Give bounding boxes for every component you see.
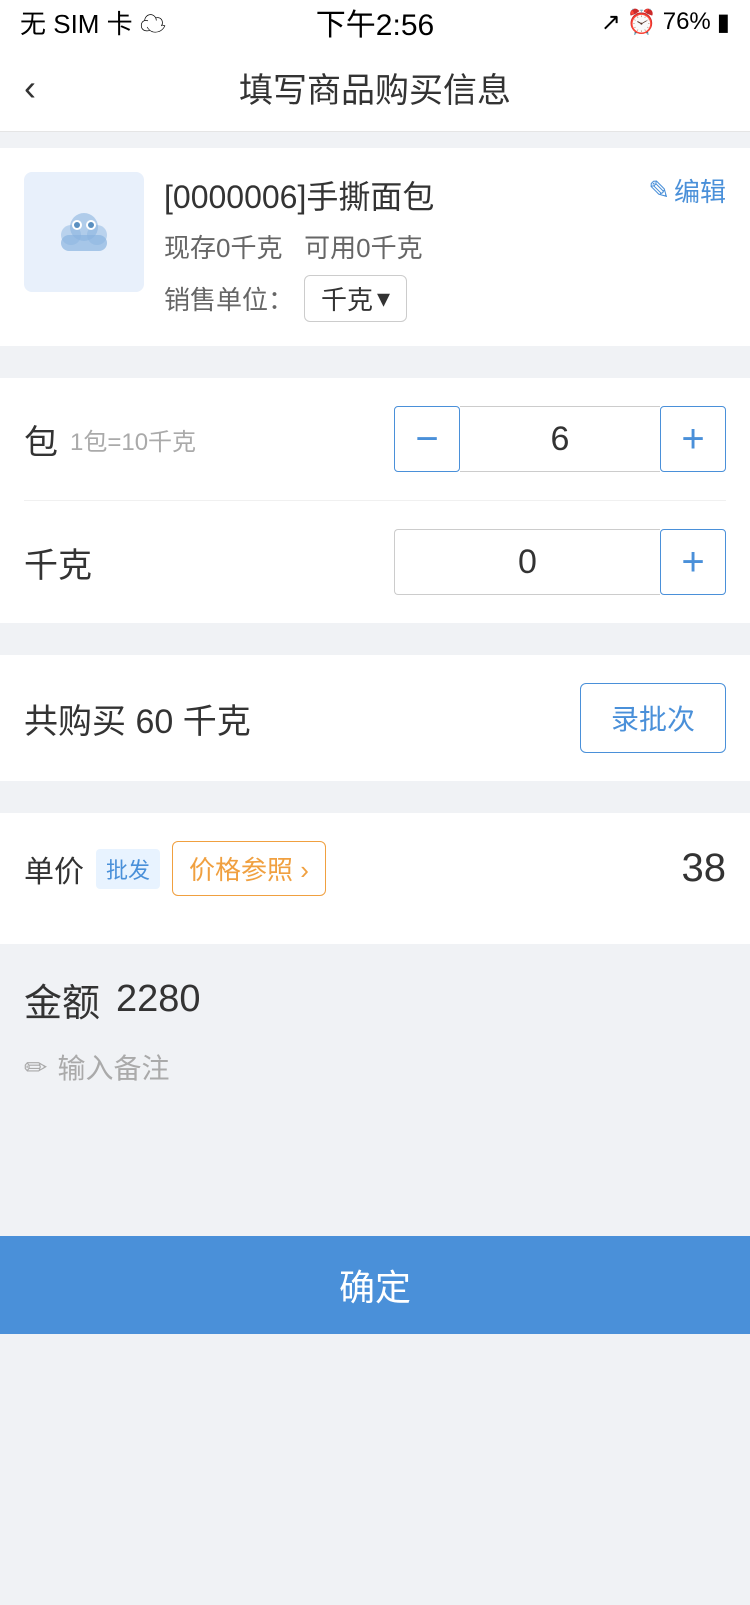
status-left: 无 SIM 卡 ☁ xyxy=(20,4,166,41)
product-unit-row: 销售单位： 千克 ▾ xyxy=(164,275,726,322)
product-info: [0000006]手撕面包 现存0千克 可用0千克 销售单位： 千克 ▾ xyxy=(164,172,726,322)
quantity-row-bao: 包 1包=10千克 − + xyxy=(24,378,726,501)
record-batch-button[interactable]: 录批次 xyxy=(580,683,726,753)
quantity-row-kg: 千克 + xyxy=(24,501,726,623)
decrease-bao-button[interactable]: − xyxy=(394,406,460,472)
status-bar: 无 SIM 卡 ☁ 下午2:56 ↗ ⏰ 76% ▮ xyxy=(0,0,750,44)
price-tag-batch: 批发 xyxy=(96,849,160,889)
note-label: 输入备注 xyxy=(57,1047,169,1087)
amount-row: 金额 2280 xyxy=(24,972,726,1027)
product-name: [0000006]手撕面包 xyxy=(164,172,726,218)
quantity-kg-input[interactable] xyxy=(394,529,660,595)
status-time: 下午2:56 xyxy=(316,0,434,44)
pencil-icon: ✏ xyxy=(24,1051,47,1084)
price-value: 38 xyxy=(682,846,727,891)
price-label: 单价 xyxy=(24,847,84,891)
unit-select[interactable]: 千克 ▾ xyxy=(304,275,407,322)
price-left: 单价 批发 价格参照 › xyxy=(24,841,326,896)
alarm-icon: ⏰ xyxy=(627,8,657,37)
quantity-section: 包 1包=10千克 − + 千克 + xyxy=(0,378,750,623)
product-image xyxy=(24,172,144,292)
nav-bar: ‹ 填写商品购买信息 xyxy=(0,44,750,132)
battery-level: 76% xyxy=(663,8,711,36)
amount-value: 2280 xyxy=(116,978,201,1021)
location-icon: ↗ xyxy=(601,8,621,37)
total-label: 共购买 60 千克 xyxy=(24,694,251,743)
amount-section: 金额 2280 ✏ 输入备注 xyxy=(0,944,750,1107)
price-section: 单价 批发 价格参照 › 38 xyxy=(0,813,750,944)
edit-button[interactable]: ✎ 编辑 xyxy=(648,172,726,209)
unit-label: 销售单位： xyxy=(164,280,294,317)
quantity-hint-bao: 1包=10千克 xyxy=(70,422,196,457)
chevron-down-icon: ▾ xyxy=(377,283,390,314)
total-row: 共购买 60 千克 录批次 xyxy=(0,655,750,781)
amount-note[interactable]: ✏ 输入备注 xyxy=(24,1047,726,1107)
price-row: 单价 批发 价格参照 › 38 xyxy=(24,841,726,896)
price-reference-button[interactable]: 价格参照 › xyxy=(172,841,326,896)
back-button[interactable]: ‹ xyxy=(24,67,36,109)
battery-icon: ▮ xyxy=(717,8,730,37)
page-title: 填写商品购买信息 xyxy=(239,63,511,112)
edit-icon: ✎ xyxy=(648,175,670,206)
confirm-bar[interactable]: 确定 xyxy=(0,1236,750,1334)
amount-label: 金额 xyxy=(24,972,100,1027)
confirm-button-text: 确定 xyxy=(339,1259,411,1311)
status-right: ↗ ⏰ 76% ▮ xyxy=(601,8,730,37)
increase-bao-button[interactable]: + xyxy=(660,406,726,472)
increase-kg-button[interactable]: + xyxy=(660,529,726,595)
quantity-control-kg: + xyxy=(394,529,726,595)
quantity-bao-input[interactable] xyxy=(460,406,660,472)
quantity-label-kg: 千克 xyxy=(24,538,92,587)
product-stock: 现存0千克 可用0千克 xyxy=(164,228,726,265)
sim-status: 无 SIM 卡 ☁ xyxy=(20,4,166,41)
quantity-label-bao: 包 1包=10千克 xyxy=(24,415,196,464)
product-card: [0000006]手撕面包 现存0千克 可用0千克 销售单位： 千克 ▾ ✎ 编… xyxy=(0,148,750,346)
quantity-control-bao: − + xyxy=(394,406,726,472)
